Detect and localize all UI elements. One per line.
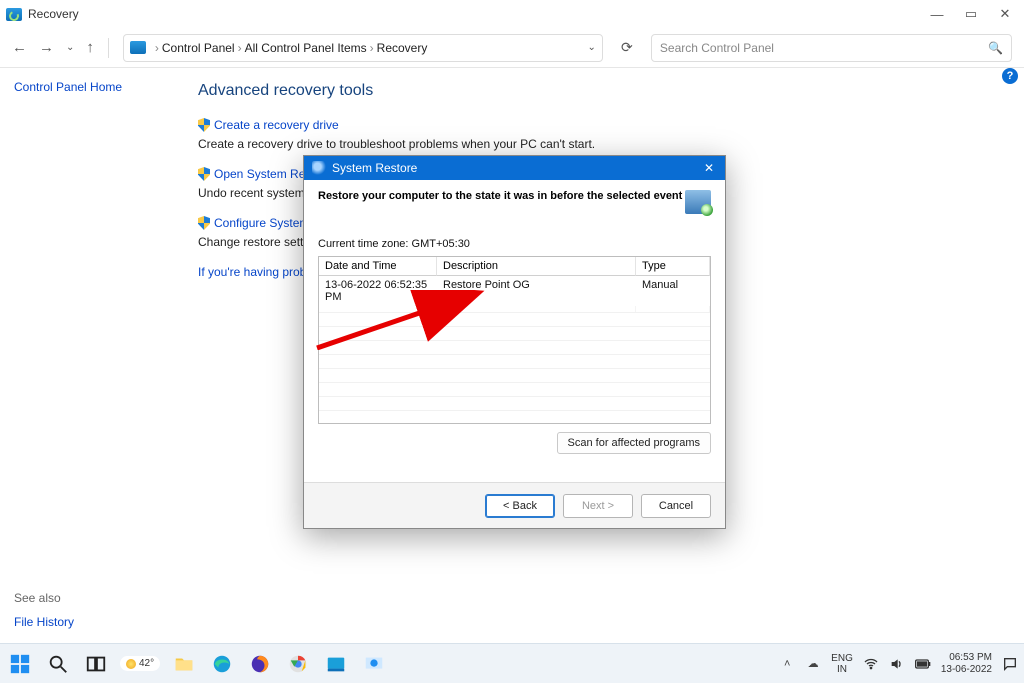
file-history-link[interactable]: File History [14,615,74,629]
search-icon: 🔍 [988,41,1003,55]
clock-date: 13-06-2022 [941,664,992,676]
window-titlebar: Recovery ― ▭ ✕ [0,0,1024,28]
next-button[interactable]: Next > [563,494,633,518]
shield-icon [198,167,210,181]
chrome-icon[interactable] [284,650,312,678]
firefox-icon[interactable] [246,650,274,678]
table-row [319,410,710,424]
create-recovery-drive-link[interactable]: Create a recovery drive [198,118,339,132]
dialog-body: Current time zone: GMT+05:30 Date and Ti… [304,238,725,482]
table-row [319,312,710,326]
back-button[interactable]: ← [12,39,27,56]
restore-point-row[interactable]: 13-06-2022 06:52:35 PM Restore Point OG … [319,276,710,306]
table-row [319,340,710,354]
table-row [319,368,710,382]
see-also-heading: See also [14,591,74,605]
taskbar: 42° ˄ ☁ ENG IN [0,643,1024,683]
language-indicator[interactable]: ENG IN [831,653,853,675]
scan-affected-programs-button[interactable]: Scan for affected programs [557,432,711,454]
address-bar[interactable]: › Control Panel › All Control Panel Item… [123,34,603,62]
volume-icon[interactable] [889,656,905,672]
app-icon-1[interactable] [322,650,350,678]
cell-datetime: 13-06-2022 06:52:35 PM [319,276,437,306]
back-button[interactable]: < Back [485,494,555,518]
page-heading: Advanced recovery tools [198,82,1004,100]
maximize-button[interactable]: ▭ [964,7,978,21]
explorer-toolbar: ← → ⌄ ↑ › Control Panel › All Control Pa… [0,28,1024,68]
address-dropdown-icon[interactable]: ⌄ [588,42,596,53]
wifi-icon[interactable] [863,656,879,672]
dialog-heading: Restore your computer to the state it wa… [318,190,682,202]
file-explorer-icon[interactable] [170,650,198,678]
weather-temp: 42° [139,658,154,669]
start-button[interactable] [6,650,34,678]
dialog-footer: < Back Next > Cancel [304,482,725,528]
help-icon[interactable]: ? [1002,68,1018,84]
window-title: Recovery [28,7,79,21]
minimize-button[interactable]: ― [930,7,944,21]
tool-create-recovery-drive: Create a recovery drive Create a recover… [198,118,1004,151]
dialog-titlebar[interactable]: System Restore ✕ [304,156,725,180]
link-label: Create a recovery drive [214,118,339,132]
recovery-icon [6,8,22,21]
app-icon-2[interactable] [360,650,388,678]
search-placeholder: Search Control Panel [660,41,774,55]
up-button[interactable]: ↑ [86,39,94,56]
dialog-close-button[interactable]: ✕ [701,161,717,175]
edge-icon[interactable] [208,650,236,678]
column-header-description[interactable]: Description [437,257,636,276]
breadcrumb-segment[interactable]: All Control Panel Items [245,41,367,55]
shield-icon [198,118,210,132]
sidebar: Control Panel Home See also File History [0,68,178,643]
restore-points-table[interactable]: Date and Time Description Type 13-06-202… [318,256,711,424]
breadcrumb-segment[interactable]: Recovery [377,41,428,55]
separator [108,38,109,58]
table-row [319,306,710,312]
breadcrumb-segment[interactable]: Control Panel [162,41,235,55]
cell-type: Manual [636,276,710,306]
forward-button[interactable]: → [39,39,54,56]
chevron-right-icon: › [155,41,159,55]
table-row [319,382,710,396]
search-input[interactable]: Search Control Panel 🔍 [651,34,1012,62]
chevron-right-icon: › [370,41,374,55]
dialog-title: System Restore [332,161,417,175]
chevron-right-icon: › [238,41,242,55]
battery-icon[interactable] [915,656,931,672]
system-restore-icon [312,161,326,175]
table-row [319,396,710,410]
see-also: See also File History [14,591,74,629]
restore-monitor-icon [685,190,711,214]
chevron-up-icon[interactable]: ˄ [779,656,795,672]
close-button[interactable]: ✕ [998,7,1012,21]
shield-icon [198,216,210,230]
refresh-button[interactable]: ⟳ [613,34,641,62]
clock-time: 06:53 PM [941,652,992,664]
table-row [319,326,710,340]
sun-icon [126,659,136,669]
control-panel-home-link[interactable]: Control Panel Home [14,80,122,94]
system-restore-dialog: System Restore ✕ Restore your computer t… [303,155,726,529]
task-view-button[interactable] [82,650,110,678]
recent-dropdown-icon[interactable]: ⌄ [66,42,74,53]
cancel-button[interactable]: Cancel [641,494,711,518]
column-header-type[interactable]: Type [636,257,710,276]
table-row [319,354,710,368]
folder-icon [130,41,146,54]
dialog-header: Restore your computer to the state it wa… [304,180,725,238]
notifications-icon[interactable] [1002,656,1018,672]
lang-bot: IN [831,664,853,675]
lang-top: ENG [831,653,853,664]
timezone-label: Current time zone: GMT+05:30 [318,238,711,250]
column-header-datetime[interactable]: Date and Time [319,257,437,276]
search-button[interactable] [44,650,72,678]
cell-description: Restore Point OG [437,276,636,306]
onedrive-icon[interactable]: ☁ [805,656,821,672]
weather-widget[interactable]: 42° [120,656,160,671]
clock[interactable]: 06:53 PM 13-06-2022 [941,652,992,676]
tool-description: Create a recovery drive to troubleshoot … [198,137,1004,151]
